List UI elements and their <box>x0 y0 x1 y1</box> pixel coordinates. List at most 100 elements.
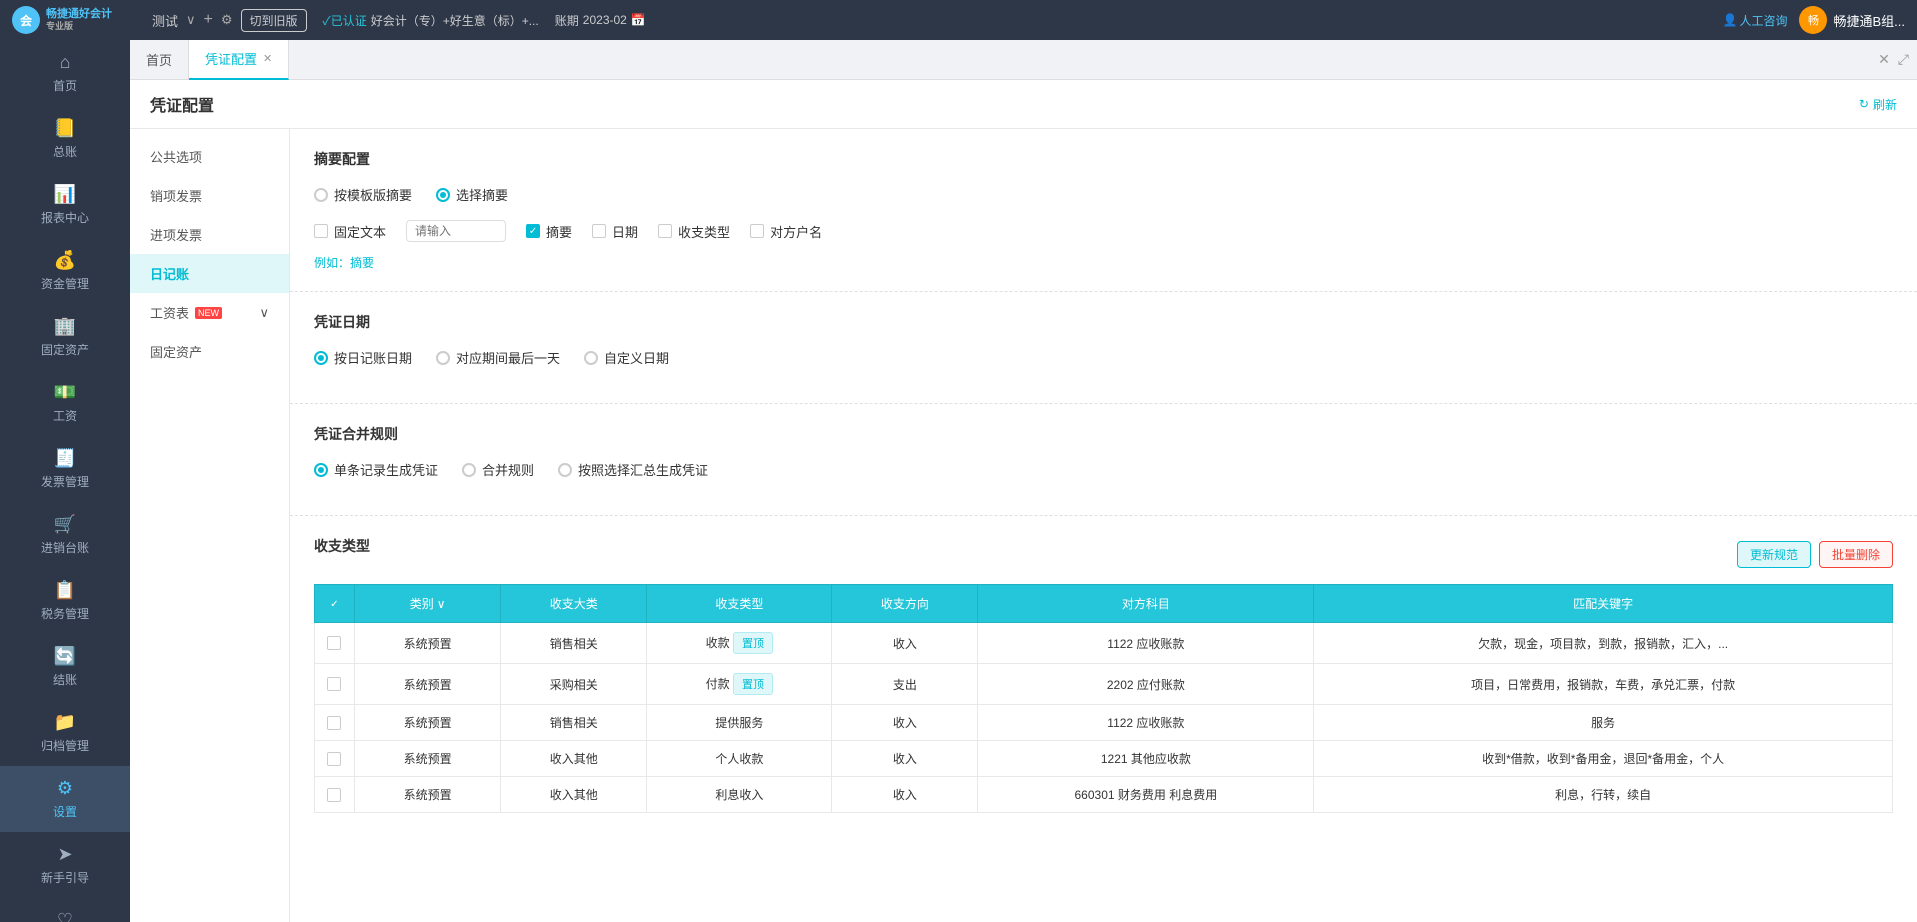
sidebar-item-ledger[interactable]: 📒 总账 <box>0 106 130 172</box>
reset-btn-2[interactable]: 置顶 <box>733 673 773 695</box>
td-category-1: 系统预置 <box>355 623 501 664</box>
tab-home[interactable]: 首页 <box>130 40 189 80</box>
tags-label: 好会计（专）+好生意（标）+... <box>371 12 539 29</box>
reset-btn-1[interactable]: 置顶 <box>733 632 773 654</box>
user-menu[interactable]: 畅 畅捷通B组... <box>1799 6 1905 34</box>
summary-radio-template[interactable]: 按模板版摘要 <box>314 185 412 204</box>
inner-layout: 公共选项 销项发票 进项发票 日记账 工资表 NEW ∨ <box>130 129 1917 922</box>
topbar-center: 测试 ∨ + ⚙ 切到旧版 ✓已认证 好会计（专）+好生意（标）+... 账期 … <box>152 9 1723 32</box>
checkbox-fixed-text[interactable]: 固定文本 <box>314 222 386 241</box>
left-nav-diary[interactable]: 日记账 <box>130 254 289 293</box>
left-nav-sales-invoice[interactable]: 销项发票 <box>130 176 289 215</box>
sidebar-label-purchase: 进销台账 <box>41 539 89 556</box>
sidebar-item-salary[interactable]: 💵 工资 <box>0 370 130 436</box>
fixed-text-input[interactable] <box>406 220 506 242</box>
update-btn[interactable]: 更新规范 <box>1737 541 1811 568</box>
td-check-5 <box>315 777 355 813</box>
merge-radio-group: 单条记录生成凭证 合并规则 按照选择汇总生成凭证 <box>314 460 1893 479</box>
example-text: 例如：摘要 <box>314 254 1893 271</box>
sidebar-item-tax[interactable]: 📋 税务管理 <box>0 568 130 634</box>
date-radio-diary[interactable]: 按日记账日期 <box>314 348 412 367</box>
left-nav-purchase-invoice[interactable]: 进项发票 <box>130 215 289 254</box>
table-row: 系统预置 销售相关 提供服务 收入 1122 应收账款 服务 <box>315 705 1893 741</box>
switch-version-button[interactable]: 切到旧版 <box>241 9 307 32</box>
left-nav-purchase-invoice-label: 进项发票 <box>150 225 202 244</box>
checkbox-income-type[interactable]: 收支类型 <box>658 222 730 241</box>
sidebar-item-home[interactable]: ⌂ 首页 <box>0 40 130 106</box>
topbar-tags: ✓已认证 好会计（专）+好生意（标）+... <box>323 12 539 29</box>
table-row: 系统预置 销售相关 收款 置顶 收入 1122 应收账款 欠款，现金，项目款，到… <box>315 623 1893 664</box>
master-checkbox[interactable]: ✓ <box>328 597 342 611</box>
left-nav-fixed-assets[interactable]: 固定资产 <box>130 332 289 371</box>
settings-icon[interactable]: ⚙ <box>221 12 233 28</box>
checkbox-counter-name[interactable]: 对方户名 <box>750 222 822 241</box>
sidebar-item-guide[interactable]: ➤ 新手引导 <box>0 832 130 898</box>
date-radio-period-last[interactable]: 对应期间最后一天 <box>436 348 560 367</box>
row-checkbox-5[interactable] <box>327 788 341 802</box>
summary-radio-group: 按模板版摘要 选择摘要 <box>314 185 1893 204</box>
refresh-button[interactable]: ↻ 刷新 <box>1859 96 1897 113</box>
sidebar-item-purchase[interactable]: 🛒 进销台账 <box>0 502 130 568</box>
left-nav-public[interactable]: 公共选项 <box>130 137 289 176</box>
sidebar-item-assets[interactable]: 🏢 固定资产 <box>0 304 130 370</box>
sidebar-label-salary: 工资 <box>53 407 77 424</box>
td-counter-subject-4: 1221 其他应收款 <box>978 741 1314 777</box>
add-button[interactable]: + <box>204 11 213 29</box>
topbar-right: 👤 人工咨询 畅 畅捷通B组... <box>1723 6 1905 34</box>
left-nav: 公共选项 销项发票 进项发票 日记账 工资表 NEW ∨ <box>130 129 290 922</box>
sidebar-item-archive[interactable]: 📁 归档管理 <box>0 700 130 766</box>
sidebar-item-reports[interactable]: 📊 报表中心 <box>0 172 130 238</box>
income-section-title: 收支类型 <box>314 536 370 556</box>
th-match-keyword: 匹配关键字 <box>1314 585 1893 623</box>
sidebar-item-funds[interactable]: 💰 资金管理 <box>0 238 130 304</box>
row-checkbox-2[interactable] <box>327 677 341 691</box>
close-window-icon[interactable]: ✕ <box>1878 51 1890 68</box>
merge-radio-single[interactable]: 单条记录生成凭证 <box>314 460 438 479</box>
left-nav-salary-table[interactable]: 工资表 NEW ∨ <box>130 293 289 332</box>
delete-btn[interactable]: 批量删除 <box>1819 541 1893 568</box>
td-expense-type-3: 提供服务 <box>647 705 832 741</box>
tab-voucher-config[interactable]: 凭证配置 ✕ <box>189 40 289 80</box>
service-button[interactable]: 👤 人工咨询 <box>1723 12 1788 29</box>
sidebar-label-home: 首页 <box>53 77 77 94</box>
tab-close-icon[interactable]: ✕ <box>263 52 272 65</box>
calendar-icon[interactable]: 📅 <box>631 13 646 27</box>
sidebar-label-tax: 税务管理 <box>41 605 89 622</box>
tab-home-label: 首页 <box>146 50 172 69</box>
sort-icon: ∨ <box>437 597 446 611</box>
right-content: 摘要配置 按模板版摘要 选择摘要 <box>290 129 1917 922</box>
merge-radio-select-total[interactable]: 按照选择汇总生成凭证 <box>558 460 708 479</box>
th-expense-type: 收支类型 <box>647 585 832 623</box>
company-chevron[interactable]: ∨ <box>186 12 196 28</box>
sidebar-item-settings[interactable]: ⚙ 设置 <box>0 766 130 832</box>
td-check-1 <box>315 623 355 664</box>
funds-icon: 💰 <box>54 250 76 271</box>
merge-radio-rule[interactable]: 合并规则 <box>462 460 534 479</box>
expand-window-icon[interactable]: ⤢ <box>1898 51 1909 68</box>
radio-diary-date-circle <box>314 351 328 365</box>
sidebar-item-member[interactable]: ♡ 畅会员 <box>0 898 130 922</box>
sidebar-item-invoice-mgmt[interactable]: 🧾 发票管理 <box>0 436 130 502</box>
radio-custom-date-circle <box>584 351 598 365</box>
td-check-2 <box>315 664 355 705</box>
category-sort[interactable]: 类别 ∨ <box>367 595 488 612</box>
income-section: 收支类型 更新规范 批量删除 ✓ <box>290 516 1917 833</box>
row-checkbox-3[interactable] <box>327 716 341 730</box>
checkbox-summary-box <box>526 224 540 238</box>
checkbox-date[interactable]: 日期 <box>592 222 638 241</box>
tabbar-actions: ✕ ⤢ <box>1878 51 1909 68</box>
date-radio-custom[interactable]: 自定义日期 <box>584 348 669 367</box>
period-info: 账期 2023-02 📅 <box>555 12 646 29</box>
sidebar-item-settle[interactable]: 🔄 结账 <box>0 634 130 700</box>
summary-radio-select[interactable]: 选择摘要 <box>436 185 508 204</box>
row-checkbox-4[interactable] <box>327 752 341 766</box>
td-income-type-3: 销售相关 <box>501 705 647 741</box>
salary-expand-icon[interactable]: ∨ <box>259 305 269 321</box>
checkbox-summary[interactable]: 摘要 <box>526 222 572 241</box>
left-nav-sales-invoice-label: 销项发票 <box>150 186 202 205</box>
radio-merge-rule-circle <box>462 463 476 477</box>
summary-checkbox-row: 固定文本 摘要 日期 收支类型 <box>314 220 1893 242</box>
row-checkbox-1[interactable] <box>327 636 341 650</box>
archive-icon: 📁 <box>54 712 76 733</box>
settings-icon: ⚙ <box>57 778 73 799</box>
